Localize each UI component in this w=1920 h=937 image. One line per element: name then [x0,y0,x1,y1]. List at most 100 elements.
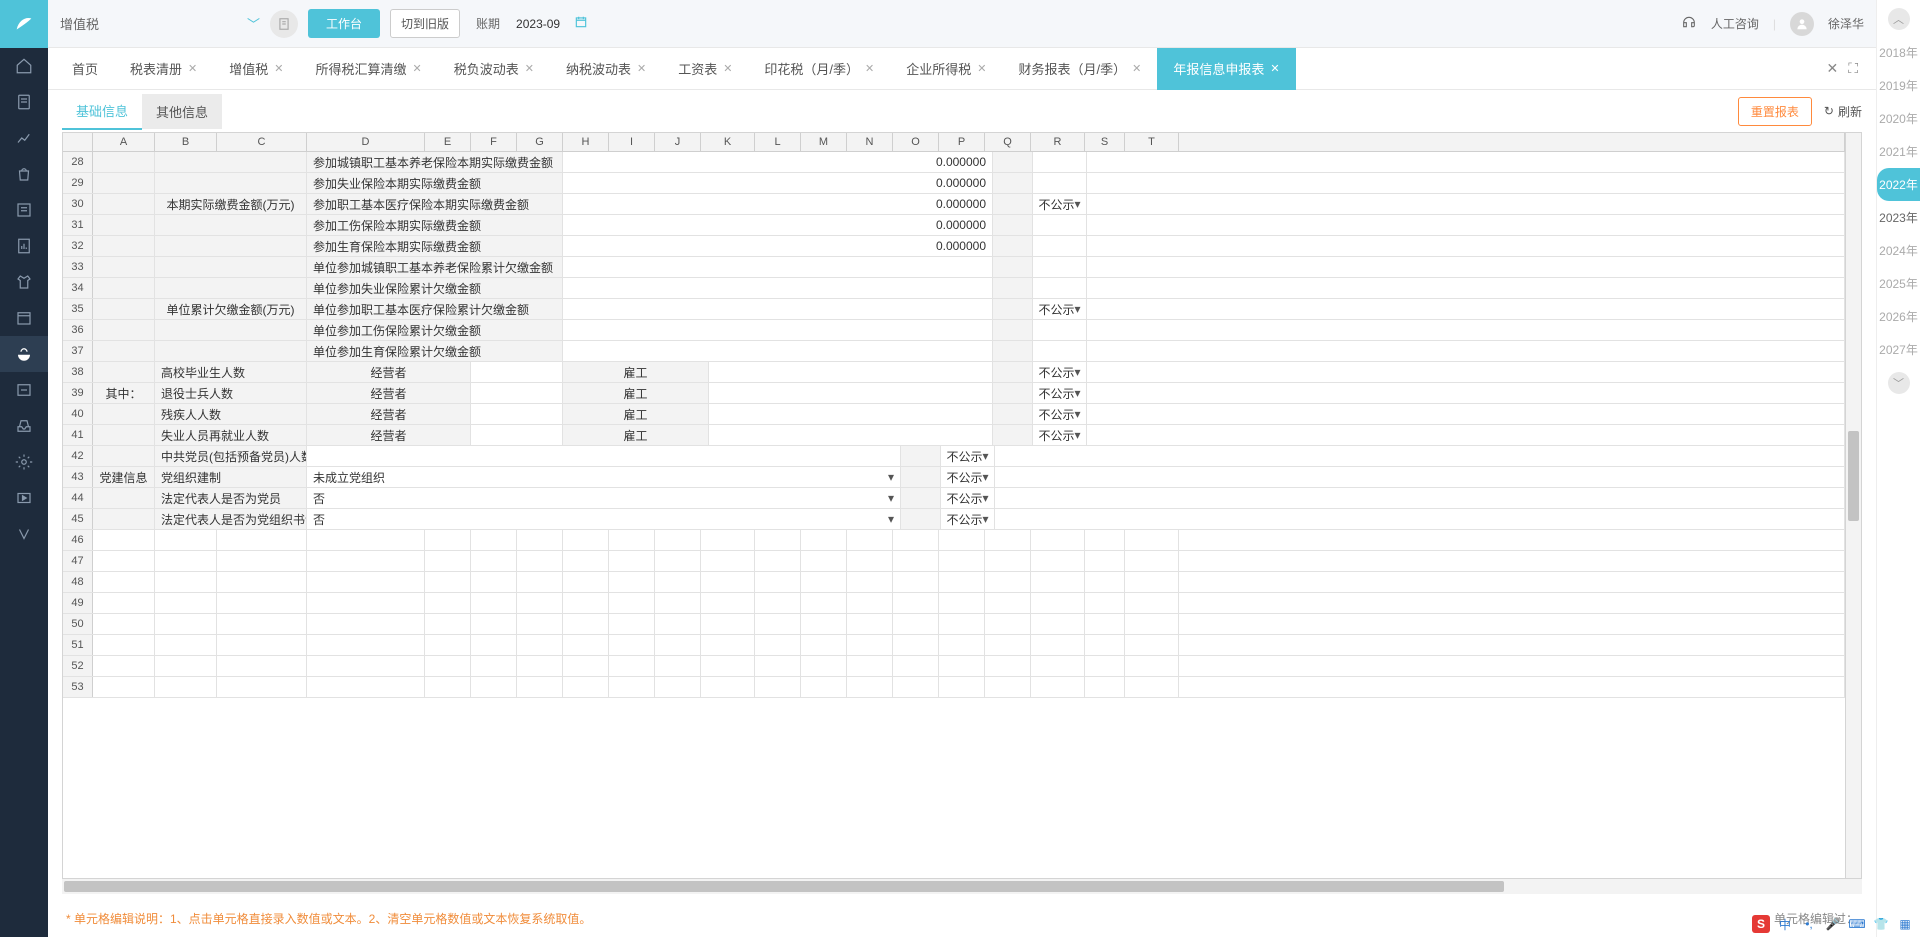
tab-close-icon[interactable]: ✕ [274,62,283,75]
year-2026年[interactable]: 2026年 [1877,300,1920,333]
empty-cell[interactable] [655,677,701,697]
empty-cell[interactable] [655,635,701,655]
col-header-J[interactable]: J [655,133,701,151]
col-header-H[interactable]: H [563,133,609,151]
row-header[interactable]: 43 [63,467,93,487]
empty-cell[interactable] [563,551,609,571]
publicity-select[interactable] [1033,215,1087,235]
empty-cell[interactable] [1125,614,1179,634]
value-cell[interactable]: 0.000000 [563,152,993,172]
value-cell[interactable] [709,383,993,403]
empty-cell[interactable] [701,593,755,613]
empty-cell[interactable] [701,572,755,592]
empty-cell[interactable] [1031,593,1085,613]
empty-cell[interactable] [517,614,563,634]
value-cell[interactable] [709,362,993,382]
support-label[interactable]: 人工咨询 [1711,15,1759,32]
empty-cell[interactable] [893,656,939,676]
col-header-B[interactable]: B [155,133,217,151]
empty-cell[interactable] [755,677,801,697]
value-cell[interactable] [471,404,563,424]
year-2027年[interactable]: 2027年 [1877,333,1920,366]
tab-expand-icon[interactable]: ⛶ [1848,60,1858,77]
empty-cell[interactable] [1031,656,1085,676]
empty-cell[interactable] [985,593,1031,613]
empty-cell[interactable] [701,677,755,697]
publicity-select[interactable] [1033,173,1087,193]
empty-cell[interactable] [471,677,517,697]
empty-cell[interactable] [801,593,847,613]
publicity-select[interactable] [1033,341,1087,361]
nav-v-icon[interactable] [0,516,48,552]
empty-cell[interactable] [93,656,155,676]
col-header-I[interactable]: I [609,133,655,151]
empty-cell[interactable] [1031,572,1085,592]
empty-cell[interactable] [155,551,217,571]
empty-cell[interactable] [655,572,701,592]
empty-cell[interactable] [217,551,307,571]
empty-cell[interactable] [471,551,517,571]
value-select[interactable]: 否▾ [307,488,901,508]
refresh-button[interactable]: ↻ 刷新 [1824,103,1862,120]
row-header[interactable]: 49 [63,593,93,613]
empty-cell[interactable] [893,551,939,571]
empty-cell[interactable] [307,677,425,697]
publicity-select[interactable]: 不公示▾ [1033,425,1087,445]
empty-cell[interactable] [1031,551,1085,571]
value-cell[interactable] [563,341,993,361]
empty-cell[interactable] [517,635,563,655]
empty-cell[interactable] [847,635,893,655]
publicity-select[interactable]: 不公示▾ [1033,299,1087,319]
empty-cell[interactable] [307,656,425,676]
col-header-E[interactable]: E [425,133,471,151]
value-cell[interactable] [471,362,563,382]
col-header-D[interactable]: D [307,133,425,151]
tab-5[interactable]: 纳税波动表✕ [550,48,662,90]
row-header[interactable]: 50 [63,614,93,634]
tab-8[interactable]: 企业所得税✕ [890,48,1002,90]
empty-cell[interactable] [609,614,655,634]
empty-cell[interactable] [1085,635,1125,655]
tab-2[interactable]: 增值税✕ [213,48,299,90]
empty-cell[interactable] [939,593,985,613]
sogou-ime-icon[interactable]: S [1752,915,1770,933]
period-value[interactable]: 2023-09 [516,17,560,31]
publicity-select[interactable]: 不公示▾ [1033,404,1087,424]
row-header[interactable]: 34 [63,278,93,298]
empty-cell[interactable] [425,572,471,592]
row-header[interactable]: 39 [63,383,93,403]
headset-icon[interactable] [1681,14,1697,33]
col-header-G[interactable]: G [517,133,563,151]
empty-cell[interactable] [93,635,155,655]
row-header[interactable]: 38 [63,362,93,382]
value-cell[interactable] [563,320,993,340]
row-header[interactable]: 47 [63,551,93,571]
value-cell[interactable] [563,278,993,298]
empty-cell[interactable] [609,572,655,592]
nav-report-icon[interactable] [0,228,48,264]
row-header[interactable]: 42 [63,446,93,466]
value-cell[interactable]: 0.000000 [563,215,993,235]
empty-cell[interactable] [801,572,847,592]
empty-cell[interactable] [801,614,847,634]
empty-cell[interactable] [801,635,847,655]
empty-cell[interactable] [847,677,893,697]
row-header[interactable]: 53 [63,677,93,697]
year-2023年[interactable]: 2023年 [1877,201,1920,234]
empty-cell[interactable] [1125,530,1179,550]
notes-icon[interactable] [270,10,298,38]
value-cell[interactable]: 0.000000 [563,236,993,256]
empty-cell[interactable] [563,677,609,697]
empty-cell[interactable] [217,530,307,550]
empty-cell[interactable] [893,572,939,592]
empty-cell[interactable] [985,614,1031,634]
value-select[interactable]: 未成立党组织▾ [307,467,901,487]
empty-cell[interactable] [893,530,939,550]
tab-close-icon[interactable]: ✕ [865,62,874,75]
empty-cell[interactable] [1085,551,1125,571]
col-header-T[interactable]: T [1125,133,1179,151]
empty-cell[interactable] [939,551,985,571]
value-cell[interactable]: 0.000000 [563,194,993,214]
reset-button[interactable]: 重置报表 [1738,97,1812,126]
empty-cell[interactable] [985,551,1031,571]
